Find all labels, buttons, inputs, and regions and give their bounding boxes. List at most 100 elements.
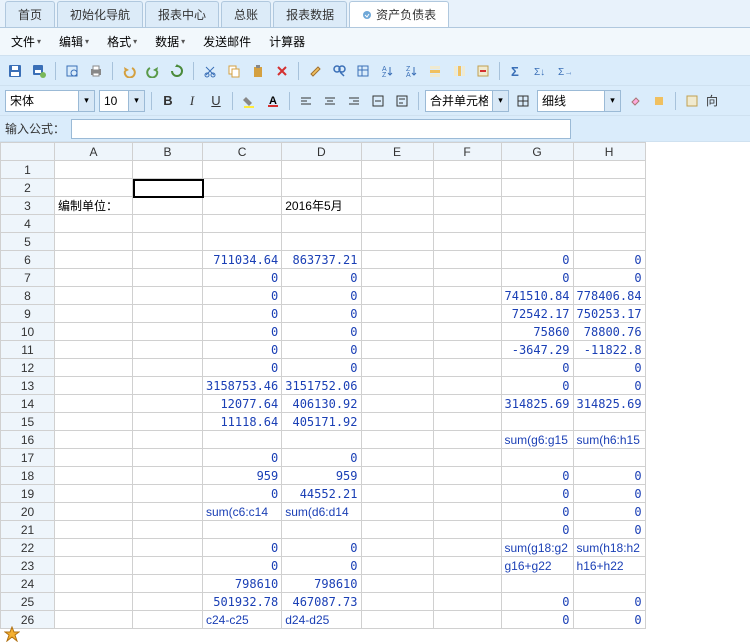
row-header[interactable]: 18 <box>1 467 55 485</box>
cell[interactable] <box>433 161 501 179</box>
cell[interactable] <box>361 593 433 611</box>
cell[interactable] <box>55 593 133 611</box>
underline-icon[interactable]: U <box>206 91 226 111</box>
cell[interactable]: 0 <box>501 251 573 269</box>
cell[interactable] <box>433 557 501 575</box>
cell[interactable] <box>133 197 203 215</box>
cell[interactable]: 711034.64 <box>203 251 282 269</box>
cell[interactable] <box>55 179 133 197</box>
cell[interactable] <box>203 161 282 179</box>
cell[interactable] <box>361 557 433 575</box>
row-header[interactable]: 12 <box>1 359 55 377</box>
cell[interactable]: 编制单位： <box>55 197 133 215</box>
cell[interactable] <box>361 377 433 395</box>
cell[interactable]: sum(h6:h15 <box>573 431 645 449</box>
column-header[interactable]: B <box>133 143 203 161</box>
tab-general-ledger[interactable]: 总账 <box>221 1 271 27</box>
undo-icon[interactable] <box>119 61 139 81</box>
cell[interactable] <box>133 287 203 305</box>
cell[interactable]: 741510.84 <box>501 287 573 305</box>
align-middle-icon[interactable] <box>368 91 388 111</box>
cell[interactable]: sum(d6:d14 <box>282 503 361 521</box>
delete-row-icon[interactable] <box>473 61 493 81</box>
cell[interactable] <box>133 521 203 539</box>
insert-row-icon[interactable] <box>425 61 445 81</box>
row-header[interactable]: 2 <box>1 179 55 197</box>
cell[interactable] <box>433 323 501 341</box>
cell[interactable]: 0 <box>501 593 573 611</box>
insert-col-icon[interactable] <box>449 61 469 81</box>
cell[interactable] <box>133 395 203 413</box>
cell[interactable]: 0 <box>501 269 573 287</box>
cell[interactable] <box>282 233 361 251</box>
font-size-input[interactable] <box>100 91 128 111</box>
cell[interactable] <box>203 431 282 449</box>
row-header[interactable]: 3 <box>1 197 55 215</box>
align-center-icon[interactable] <box>320 91 340 111</box>
cell[interactable] <box>501 233 573 251</box>
cell[interactable]: 0 <box>501 611 573 629</box>
row-header[interactable]: 1 <box>1 161 55 179</box>
menu-send-mail[interactable]: 发送邮件 <box>197 30 257 53</box>
cell[interactable]: 0 <box>573 485 645 503</box>
cell[interactable] <box>133 539 203 557</box>
cell[interactable]: 0 <box>282 449 361 467</box>
cell[interactable] <box>361 521 433 539</box>
cell[interactable] <box>55 161 133 179</box>
cell[interactable]: 0 <box>282 323 361 341</box>
cell[interactable]: 3151752.06 <box>282 377 361 395</box>
cell[interactable] <box>55 395 133 413</box>
cell[interactable] <box>133 449 203 467</box>
row-header[interactable]: 17 <box>1 449 55 467</box>
italic-icon[interactable]: I <box>182 91 202 111</box>
cell[interactable] <box>573 161 645 179</box>
cell[interactable]: 0 <box>203 449 282 467</box>
paste-icon[interactable] <box>248 61 268 81</box>
cell[interactable]: 0 <box>203 359 282 377</box>
row-header[interactable]: 16 <box>1 431 55 449</box>
tab-balance-sheet[interactable]: 资产负债表 <box>349 1 449 27</box>
row-header[interactable]: 20 <box>1 503 55 521</box>
cell[interactable] <box>361 539 433 557</box>
cell[interactable] <box>433 197 501 215</box>
cell[interactable] <box>501 449 573 467</box>
fill-color-icon[interactable] <box>239 91 259 111</box>
cell[interactable] <box>133 269 203 287</box>
cell[interactable]: 959 <box>282 467 361 485</box>
cell[interactable] <box>133 323 203 341</box>
cell[interactable] <box>55 485 133 503</box>
cell[interactable]: 0 <box>573 269 645 287</box>
row-header[interactable]: 23 <box>1 557 55 575</box>
row-header[interactable]: 10 <box>1 323 55 341</box>
cell[interactable] <box>433 449 501 467</box>
cell[interactable] <box>433 215 501 233</box>
cell[interactable] <box>133 503 203 521</box>
cell[interactable] <box>433 611 501 629</box>
align-right-icon[interactable] <box>344 91 364 111</box>
cell[interactable] <box>133 179 203 197</box>
cell[interactable] <box>55 323 133 341</box>
config-icon[interactable] <box>649 91 669 111</box>
menu-edit[interactable]: 编辑▾ <box>53 30 95 53</box>
column-header[interactable]: F <box>433 143 501 161</box>
cell[interactable]: 0 <box>501 485 573 503</box>
select-all-corner[interactable] <box>1 143 55 161</box>
copy-icon[interactable] <box>224 61 244 81</box>
cell[interactable] <box>501 179 573 197</box>
cell[interactable]: 0 <box>203 287 282 305</box>
cell[interactable]: 406130.92 <box>282 395 361 413</box>
font-family-input[interactable] <box>6 91 78 111</box>
cell[interactable] <box>433 395 501 413</box>
row-header[interactable]: 5 <box>1 233 55 251</box>
cell[interactable] <box>361 269 433 287</box>
cell[interactable]: 0 <box>573 611 645 629</box>
cell[interactable]: 0 <box>203 485 282 503</box>
cell[interactable]: 0 <box>501 377 573 395</box>
cell[interactable]: 314825.69 <box>573 395 645 413</box>
cell[interactable] <box>361 575 433 593</box>
refresh-icon[interactable] <box>167 61 187 81</box>
cell[interactable] <box>361 251 433 269</box>
save-icon[interactable] <box>5 61 25 81</box>
cell[interactable] <box>573 197 645 215</box>
row-header[interactable]: 21 <box>1 521 55 539</box>
